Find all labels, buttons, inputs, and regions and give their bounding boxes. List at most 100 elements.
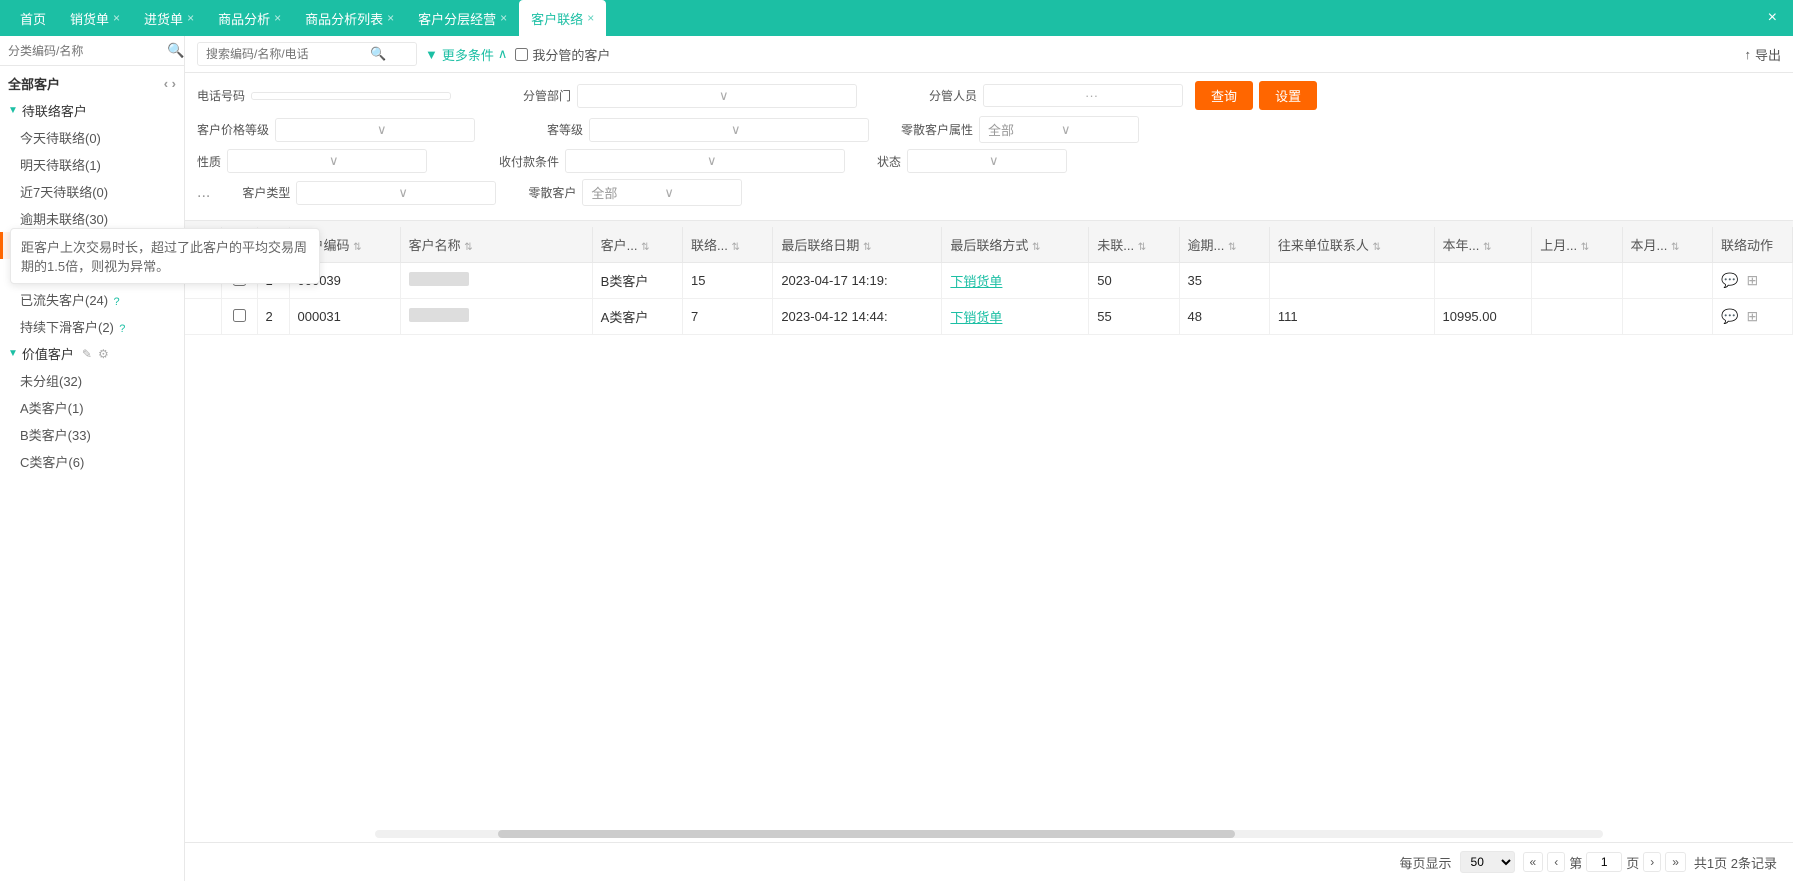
window-close[interactable]: × — [1760, 9, 1785, 27]
sidebar-item-declining[interactable]: 持续下滑客户(2) ? — [0, 313, 184, 340]
row1-message-icon[interactable]: 💬 — [1721, 272, 1738, 289]
export-button[interactable]: ↑ 导出 — [1744, 45, 1781, 64]
sidebar-item-b-class[interactable]: B类客户(33) — [0, 421, 184, 448]
col-last-contact-method[interactable]: 最后联络方式 ⇅ — [942, 227, 1089, 263]
prev-page-btn[interactable]: ‹ — [1547, 852, 1565, 872]
col-overdue[interactable]: 逾期... ⇅ — [1179, 227, 1269, 263]
scroll-track[interactable] — [375, 830, 1603, 838]
sidebar-search-input[interactable] — [8, 44, 163, 58]
nav-purchase[interactable]: 进货单 × — [132, 0, 206, 36]
col-name[interactable]: 客户名称 ⇅ — [400, 227, 592, 263]
sidebar-pending-group[interactable]: ▼ 待联络客户 — [0, 97, 184, 124]
settings-button[interactable]: 设置 — [1259, 81, 1317, 110]
sidebar-item-7days[interactable]: 近7天待联络(0) — [0, 178, 184, 205]
row2-method[interactable]: 下销货单 — [942, 299, 1089, 335]
filter-more-conditions[interactable]: ▼ 更多条件 ∧ — [425, 45, 507, 64]
phone-filter: 电话号码 — [197, 87, 451, 104]
col-unit-contact[interactable]: 往来单位联系人 ⇅ — [1269, 227, 1434, 263]
row2-no-contact: 55 — [1089, 299, 1179, 335]
price-level-select[interactable]: ∨ — [275, 118, 475, 142]
table-row: 2 000031 A类客户 7 2023-04-12 14:44: 下销货单 5… — [185, 299, 1793, 335]
col-no-contact[interactable]: 未联... ⇅ — [1089, 227, 1179, 263]
tooltip-text: 距客户上次交易时长，超过了此客户的平均交易周期的1.5倍，则视为异常。 — [185, 240, 307, 274]
person-select[interactable]: ··· — [983, 84, 1183, 107]
top-navigation: 首页 销货单 × 进货单 × 商品分析 × 商品分析列表 × 客户分层经营 × … — [0, 0, 1793, 36]
nav-customer-tier[interactable]: 客户分层经营 × — [406, 0, 519, 36]
sidebar-item-a-class[interactable]: A类客户(1) — [0, 394, 184, 421]
next-page-btn[interactable]: › — [1643, 852, 1661, 872]
nav-product-analysis[interactable]: 商品分析 × — [206, 0, 293, 36]
customer-level-select[interactable]: ∨ — [589, 118, 869, 142]
row2-settings — [185, 299, 221, 335]
more-dots[interactable]: ... — [197, 184, 210, 202]
gender-select[interactable]: ∨ — [227, 149, 427, 173]
per-page-select[interactable]: 50 100 200 — [1460, 851, 1515, 873]
nav-purchase-close[interactable]: × — [187, 11, 194, 25]
filter-search-input[interactable] — [206, 47, 366, 61]
value-settings-icon[interactable]: ⚙ — [98, 347, 109, 361]
this-month-sort-icon: ⇅ — [1671, 242, 1679, 253]
sidebar-all-customers[interactable]: 全部客户 ‹ › — [0, 66, 184, 97]
dept-caret: ∨ — [719, 88, 848, 104]
sidebar-item-c-class[interactable]: C类客户(6) — [0, 448, 184, 475]
value-edit-icon[interactable]: ✎ — [82, 347, 92, 361]
sidebar-item-today[interactable]: 今天待联络(0) — [0, 124, 184, 151]
row2-method-link[interactable]: 下销货单 — [950, 310, 1002, 325]
retail-customer-select[interactable]: 全部 ∨ — [582, 179, 742, 206]
col-last-contact-date[interactable]: 最后联络日期 ⇅ — [773, 227, 942, 263]
tooltip-box: 距客户上次交易时长，超过了此客户的平均交易周期的1.5倍，则视为异常。 — [185, 228, 320, 284]
retail-attr-select[interactable]: 全部 ∨ — [979, 116, 1139, 143]
status-select[interactable]: ∨ — [907, 149, 1067, 173]
payment-select[interactable]: ∨ — [565, 149, 845, 173]
filter-row-2: 客户价格等级 ∨ 客等级 ∨ 零散客户属性 全部 — [197, 116, 1781, 143]
scroll-thumb[interactable] — [498, 830, 1235, 838]
row2-select[interactable] — [233, 309, 246, 322]
sidebar-item-churned[interactable]: 已流失客户(24) ? — [0, 286, 184, 313]
nav-sales-close[interactable]: × — [113, 11, 120, 25]
dept-select[interactable]: ∨ — [577, 84, 857, 108]
gender-filter: 性质 ∨ — [197, 149, 427, 173]
col-customer-type[interactable]: 客户... ⇅ — [592, 227, 682, 263]
last-page-btn[interactable]: » — [1665, 852, 1686, 872]
col-this-month[interactable]: 本月... ⇅ — [1622, 227, 1712, 263]
col-last-month[interactable]: 上月... ⇅ — [1532, 227, 1622, 263]
nav-product-list-close[interactable]: × — [387, 11, 394, 25]
row1-name-blurred — [409, 272, 469, 286]
row2-this-year: 10995.00 — [1434, 299, 1532, 335]
row2-grid-icon[interactable]: ⊞ — [1746, 308, 1758, 325]
query-button[interactable]: 查询 — [1195, 81, 1253, 110]
nav-product-list[interactable]: 商品分析列表 × — [293, 0, 406, 36]
retail-customer-caret: ∨ — [664, 185, 733, 201]
row1-method-link[interactable]: 下销货单 — [950, 274, 1002, 289]
content-area: 距客户上次交易时长，超过了此客户的平均交易周期的1.5倍，则视为异常。 🔍 ▼ … — [185, 36, 1793, 881]
my-customers-filter[interactable]: 我分管的客户 — [515, 45, 610, 64]
col-this-year[interactable]: 本年... ⇅ — [1434, 227, 1532, 263]
main-layout: 🔍 全部客户 ‹ › ▼ 待联络客户 今天待联络(0) 明天待联络(1) 近7天… — [0, 36, 1793, 881]
nav-customer-contact[interactable]: 客户联络 × — [519, 0, 606, 36]
first-page-btn[interactable]: « — [1523, 852, 1544, 872]
nav-product-analysis-close[interactable]: × — [274, 11, 281, 25]
page-input[interactable] — [1586, 852, 1622, 872]
col-contact[interactable]: 联络... ⇅ — [683, 227, 773, 263]
nav-sales[interactable]: 销货单 × — [58, 0, 132, 36]
my-customers-checkbox[interactable] — [515, 48, 528, 61]
declining-icon: ? — [119, 323, 125, 335]
nav-customer-tier-close[interactable]: × — [500, 11, 507, 25]
method-sort-icon: ⇅ — [1032, 242, 1040, 253]
phone-input[interactable] — [251, 92, 451, 100]
row1-method[interactable]: 下销货单 — [942, 263, 1089, 299]
nav-customer-contact-close[interactable]: × — [587, 11, 594, 25]
nav-home[interactable]: 首页 — [8, 0, 58, 36]
sidebar-item-ungroups[interactable]: 未分组(32) — [0, 367, 184, 394]
retail-customer-label: 零散客户 — [528, 184, 576, 201]
person-caret: ··· — [1085, 88, 1174, 103]
row1-grid-icon[interactable]: ⊞ — [1746, 272, 1758, 289]
retail-attr-filter: 零散客户属性 全部 ∨ — [901, 116, 1139, 143]
row1-overdue: 35 — [1179, 263, 1269, 299]
sidebar-item-tomorrow[interactable]: 明天待联络(1) — [0, 151, 184, 178]
sidebar-value-group[interactable]: ▼ 价值客户 ✎ ⚙ — [0, 340, 184, 367]
row1-last-month — [1532, 263, 1622, 299]
table-row: 1 000039 B类客户 15 2023-04-17 14:19: 下销货单 … — [185, 263, 1793, 299]
customer-type-select[interactable]: ∨ — [296, 181, 496, 205]
row2-message-icon[interactable]: 💬 — [1721, 308, 1738, 325]
